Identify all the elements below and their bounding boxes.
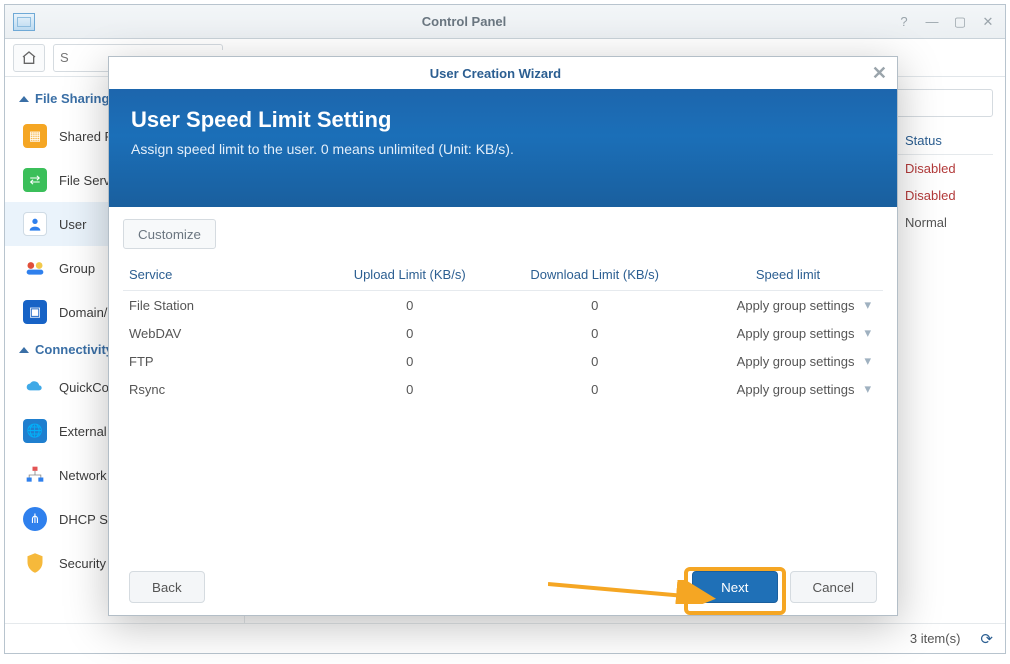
speed-limit-table: Service Upload Limit (KB/s) Download Lim… <box>123 259 883 403</box>
col-upload[interactable]: Upload Limit (KB/s) <box>323 259 496 291</box>
table-row: File Station00Apply group settings▾ <box>123 291 883 320</box>
speed-limit-dropdown[interactable]: Apply group settings ▾ <box>699 381 877 397</box>
chevron-down-icon: ▾ <box>864 381 871 397</box>
modal-hero: User Speed Limit Setting Assign speed li… <box>109 89 897 207</box>
user-creation-wizard: User Creation Wizard ✕ User Speed Limit … <box>108 56 898 616</box>
cell-service: WebDAV <box>123 319 323 347</box>
speed-limit-dropdown[interactable]: Apply group settings ▾ <box>699 325 877 341</box>
shield-icon <box>23 551 47 575</box>
app-icon <box>13 13 35 31</box>
next-button[interactable]: Next <box>692 571 777 603</box>
speed-limit-value: Apply group settings <box>737 326 855 341</box>
modal-heading: User Speed Limit Setting <box>131 107 875 133</box>
cell-upload: 0 <box>323 319 496 347</box>
chevron-up-icon <box>19 347 29 353</box>
col-service[interactable]: Service <box>123 259 323 291</box>
statusbar: 3 item(s) ⟳ <box>5 623 1005 653</box>
table-row: WebDAV00Apply group settings▾ <box>123 319 883 347</box>
close-icon[interactable]: ✕ <box>979 13 997 31</box>
cancel-button[interactable]: Cancel <box>790 571 878 603</box>
customize-button[interactable]: Customize <box>123 219 216 249</box>
dhcp-icon: ⋔ <box>23 507 47 531</box>
speed-limit-dropdown[interactable]: Apply group settings ▾ <box>699 353 877 369</box>
cell-upload: 0 <box>323 347 496 375</box>
modal-titlebar: User Creation Wizard ✕ <box>109 57 897 89</box>
chevron-down-icon: ▾ <box>864 297 871 313</box>
col-download[interactable]: Download Limit (KB/s) <box>496 259 693 291</box>
user-icon <box>23 212 47 236</box>
refresh-icon[interactable]: ⟳ <box>980 630 993 648</box>
speed-limit-value: Apply group settings <box>737 354 855 369</box>
speed-limit-value: Apply group settings <box>737 382 855 397</box>
chevron-up-icon <box>19 96 29 102</box>
cloud-icon <box>23 375 47 399</box>
sidebar-item-label: Group <box>59 261 95 276</box>
group-icon <box>23 256 47 280</box>
cell-download: 0 <box>496 291 693 320</box>
globe-icon: 🌐 <box>23 419 47 443</box>
speed-limit-dropdown[interactable]: Apply group settings ▾ <box>699 297 877 313</box>
chevron-down-icon: ▾ <box>864 325 871 341</box>
modal-close-icon[interactable]: ✕ <box>872 63 887 84</box>
cell-upload: 0 <box>323 291 496 320</box>
modal-subheading: Assign speed limit to the user. 0 means … <box>131 141 875 157</box>
help-icon[interactable]: ? <box>895 13 913 31</box>
cell-service: File Station <box>123 291 323 320</box>
window-title: Control Panel <box>43 14 885 29</box>
modal-footer: Back Next Cancel <box>109 559 897 615</box>
cell-service: FTP <box>123 347 323 375</box>
folder-icon: ▦ <box>23 124 47 148</box>
table-row: Rsync00Apply group settings▾ <box>123 375 883 403</box>
speed-limit-value: Apply group settings <box>737 298 855 313</box>
col-status[interactable]: Status <box>897 127 993 155</box>
network-icon <box>23 463 47 487</box>
maximize-icon[interactable]: ▢ <box>951 13 969 31</box>
domain-icon: ▣ <box>23 300 47 324</box>
modal-title: User Creation Wizard <box>119 66 872 81</box>
cell-service: Rsync <box>123 375 323 403</box>
sidebar-item-label: Network <box>59 468 107 483</box>
back-button[interactable]: Back <box>129 571 205 603</box>
cell-download: 0 <box>496 319 693 347</box>
table-row: FTP00Apply group settings▾ <box>123 347 883 375</box>
file-services-icon: ⇄ <box>23 168 47 192</box>
modal-body: Customize Service Upload Limit (KB/s) Do… <box>109 207 897 559</box>
home-button[interactable] <box>13 44 45 72</box>
col-speed[interactable]: Speed limit <box>693 259 883 291</box>
minimize-icon[interactable]: — <box>923 13 941 31</box>
cell-upload: 0 <box>323 375 496 403</box>
sidebar-item-label: Security <box>59 556 106 571</box>
sidebar-item-label: User <box>59 217 86 232</box>
chevron-down-icon: ▾ <box>864 353 871 369</box>
titlebar: Control Panel ? — ▢ ✕ <box>5 5 1005 39</box>
cell-download: 0 <box>496 375 693 403</box>
cell-download: 0 <box>496 347 693 375</box>
item-count: 3 item(s) <box>910 631 961 646</box>
